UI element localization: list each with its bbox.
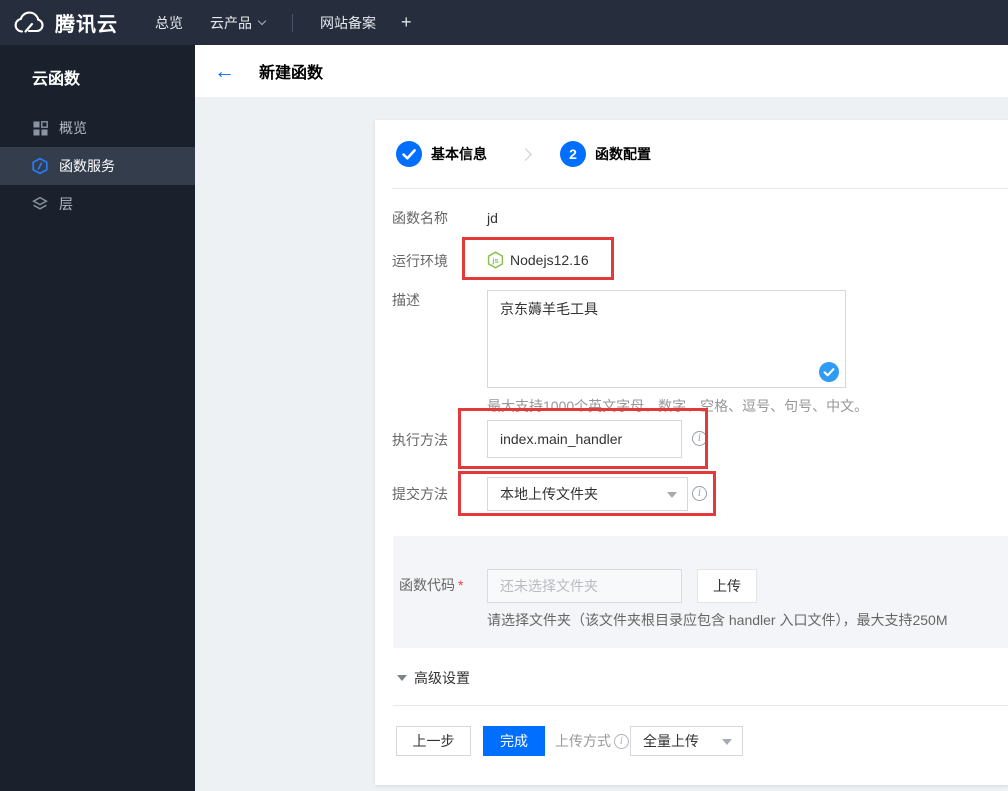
function-code-label: 函数代码 * xyxy=(399,575,463,595)
runtime-value: js Nodejs12.16 xyxy=(487,251,589,269)
function-name-value: jd xyxy=(487,210,498,226)
topnav-products-label: 云产品 xyxy=(210,14,252,31)
runtime-value-text: Nodejs12.16 xyxy=(510,252,589,268)
upload-button[interactable]: 上传 xyxy=(697,569,757,603)
valid-check-icon xyxy=(819,362,839,382)
topnav-overview[interactable]: 总览 xyxy=(155,13,183,33)
step-done-check-icon xyxy=(396,141,422,167)
advanced-settings-toggle[interactable]: 高级设置 xyxy=(397,668,470,688)
page-title: 新建函数 xyxy=(259,65,324,82)
brand-name: 腾讯云 xyxy=(55,14,118,36)
chevron-down-icon xyxy=(257,16,267,26)
upload-mode-label: 上传方式 xyxy=(555,733,611,749)
handler-label: 执行方法 xyxy=(392,432,448,448)
submit-method-label: 提交方法 xyxy=(392,486,448,502)
content-area: 基本信息 2 函数配置 函数名称 jd 运行环境 js Nodejs12.16 … xyxy=(195,97,1008,791)
topnav-beian[interactable]: 网站备案 xyxy=(320,13,376,33)
sidebar-title: 云函数 xyxy=(32,71,81,88)
prev-step-button[interactable]: 上一步 xyxy=(396,726,471,756)
row-function-name: 函数名称 jd xyxy=(392,208,1008,228)
function-hexagon-icon xyxy=(31,157,49,175)
row-description-helper: 最大支持1000个英文字母、数字、空格、逗号、句号、中文。 xyxy=(392,396,1008,414)
tencent-cloud-logo[interactable]: 腾讯云 xyxy=(13,8,118,37)
function-code-helper-text: 请选择文件夹（该文件夹根目录应包含 handler 入口文件），最大支持250M xyxy=(487,612,948,628)
description-label: 描述 xyxy=(392,292,420,308)
step-function-config-label: 函数配置 xyxy=(595,146,651,162)
sidebar-item-label: 函数服务 xyxy=(59,158,115,174)
page-header: ← 新建函数 xyxy=(195,45,1008,97)
description-textarea[interactable]: 京东薅羊毛工具 xyxy=(487,290,846,388)
row-description: 描述 京东薅羊毛工具 xyxy=(392,290,1008,388)
function-code-section: 函数代码* 上传 请选择文件夹（该文件夹根目录应包含 handler 入口文件）… xyxy=(393,536,1008,648)
upload-mode-select[interactable]: 全量上传 xyxy=(630,726,743,756)
row-submit-method: 提交方法 本地上传文件夹 i xyxy=(392,477,1008,511)
step-number-badge: 2 xyxy=(560,141,586,167)
finish-button[interactable]: 完成 xyxy=(483,726,545,756)
row-runtime: 运行环境 js Nodejs12.16 xyxy=(392,251,1008,271)
cloud-logo-icon xyxy=(14,11,44,33)
svg-text:js: js xyxy=(491,256,498,265)
sidebar: 云函数 概览 函数服务 层 xyxy=(0,45,195,791)
handler-input[interactable] xyxy=(487,420,682,458)
description-helper-text: 最大支持1000个英文字母、数字、空格、逗号、句号、中文。 xyxy=(487,398,869,414)
function-code-label-text: 函数代码 xyxy=(399,577,455,593)
sidebar-item-label: 层 xyxy=(59,196,73,212)
add-tab-button[interactable]: + xyxy=(401,12,412,33)
select-caret-icon xyxy=(722,739,732,745)
submit-method-info-icon[interactable]: i xyxy=(692,486,707,501)
topnav-divider xyxy=(292,13,293,32)
select-caret-icon xyxy=(667,492,677,498)
collapse-caret-icon xyxy=(397,675,407,681)
step-basic-info-label: 基本信息 xyxy=(431,146,487,162)
submit-method-select[interactable]: 本地上传文件夹 xyxy=(487,477,688,511)
sidebar-item-layers[interactable]: 层 xyxy=(0,185,195,223)
grid-icon xyxy=(31,119,49,137)
footer-actions: 上一步 完成 上传方式 i 全量上传 xyxy=(392,726,1008,756)
upload-mode-label-group: 上传方式 i xyxy=(555,726,629,756)
create-function-card: 基本信息 2 函数配置 函数名称 jd 运行环境 js Nodejs12.16 … xyxy=(375,120,1008,785)
footer-divider xyxy=(393,705,1008,706)
sidebar-item-label: 概览 xyxy=(59,120,87,136)
topnav-products[interactable]: 云产品 xyxy=(210,13,267,33)
handler-info-icon[interactable]: i xyxy=(692,431,707,446)
runtime-label: 运行环境 xyxy=(392,253,448,269)
sidebar-item-overview[interactable]: 概览 xyxy=(0,109,195,147)
row-handler: 执行方法 i xyxy=(392,420,1008,458)
upload-mode-info-icon[interactable]: i xyxy=(614,733,629,749)
stepper: 基本信息 2 函数配置 xyxy=(396,141,651,167)
function-name-label: 函数名称 xyxy=(392,210,448,226)
stepper-divider xyxy=(392,188,1008,189)
advanced-settings-label: 高级设置 xyxy=(414,670,470,686)
folder-path-input[interactable] xyxy=(487,569,682,603)
sidebar-item-function-service[interactable]: 函数服务 xyxy=(0,147,195,185)
step-chevron-icon xyxy=(519,147,532,161)
nodejs-icon: js xyxy=(487,251,504,269)
layers-icon xyxy=(31,195,49,213)
upload-mode-value: 全量上传 xyxy=(643,733,699,749)
required-asterisk: * xyxy=(458,577,464,593)
submit-method-value: 本地上传文件夹 xyxy=(500,486,598,502)
back-arrow-icon[interactable]: ← xyxy=(214,61,235,82)
topbar: 腾讯云 总览 云产品 网站备案 + xyxy=(0,0,1008,45)
